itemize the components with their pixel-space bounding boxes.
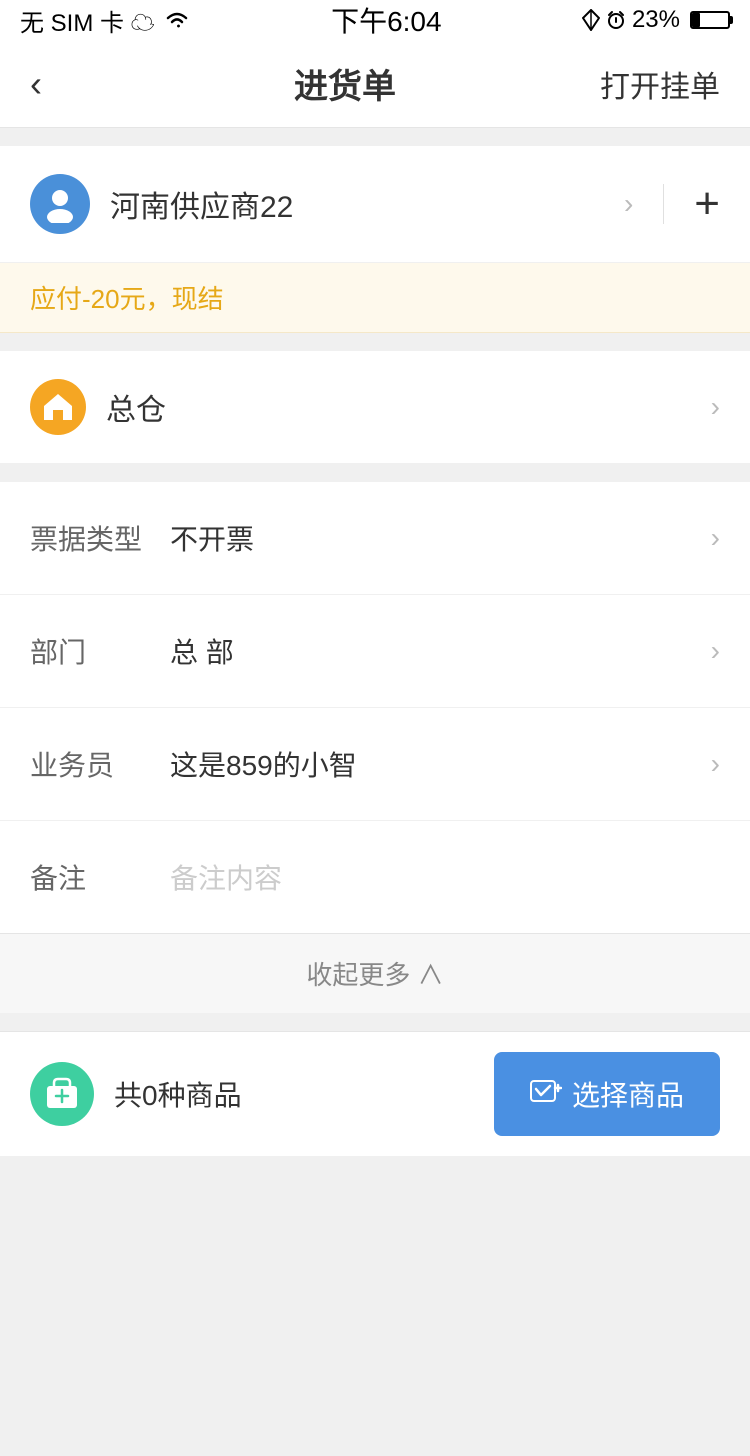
notice-bar: 应付-20元，现结 <box>0 263 750 333</box>
supplier-arrow-icon: › <box>624 188 633 220</box>
battery-percent: 23% <box>632 6 680 34</box>
section-divider-1 <box>0 128 750 146</box>
status-left: 无 SIM 卡 ☁ <box>20 3 191 38</box>
sales-value: 这是859的小智 <box>170 744 711 784</box>
collapse-button[interactable]: 收起更多 ∧ <box>0 933 750 1013</box>
page-title: 进货单 <box>294 59 396 108</box>
sales-label: 业务员 <box>30 744 160 784</box>
status-bar: 无 SIM 卡 ☁ 下午6:04 23% <box>0 0 750 40</box>
select-product-button[interactable]: 选择商品 <box>494 1052 720 1136</box>
notice-text: 应付-20元，现结 <box>30 284 224 314</box>
person-icon <box>41 185 79 223</box>
product-icon <box>30 1062 94 1126</box>
invoice-value: 不开票 <box>170 518 711 558</box>
back-button[interactable]: ‹ <box>30 63 90 105</box>
supplier-name: 河南供应商22 <box>110 182 624 226</box>
section-divider-3 <box>0 463 750 481</box>
vertical-separator <box>663 184 664 224</box>
remark-row[interactable]: 备注 备注内容 <box>0 820 750 933</box>
form-section: 票据类型 不开票 › 部门 总 部 › 业务员 这是859的小智 › 备注 备注… <box>0 481 750 1013</box>
warehouse-arrow-icon: › <box>711 391 720 423</box>
invoice-row[interactable]: 票据类型 不开票 › <box>0 481 750 594</box>
dept-row[interactable]: 部门 总 部 › <box>0 594 750 707</box>
dept-arrow-icon: › <box>711 635 720 667</box>
supplier-section: 河南供应商22 › + 应付-20元，现结 <box>0 146 750 333</box>
warehouse-section: 总仓 › <box>0 351 750 463</box>
section-divider-2 <box>0 333 750 351</box>
nav-bar: ‹ 进货单 打开挂单 <box>0 40 750 128</box>
invoice-label: 票据类型 <box>30 518 160 558</box>
remark-input[interactable]: 备注内容 <box>170 857 720 897</box>
wifi-icon <box>163 10 191 30</box>
warehouse-name: 总仓 <box>106 385 711 429</box>
warehouse-row[interactable]: 总仓 › <box>0 351 750 463</box>
sim-text: 无 SIM 卡 ☁ <box>20 3 155 38</box>
status-right: 23% <box>582 6 730 34</box>
section-divider-4 <box>0 1013 750 1031</box>
battery-icon <box>690 11 730 29</box>
house-icon <box>41 390 75 424</box>
sales-arrow-icon: › <box>711 748 720 780</box>
warehouse-icon <box>30 379 86 435</box>
select-icon <box>530 1080 562 1108</box>
location-icon <box>582 9 600 31</box>
page-background <box>0 1156 750 1456</box>
status-time: 下午6:04 <box>331 0 442 40</box>
select-btn-label: 选择商品 <box>572 1074 684 1114</box>
bottom-bar: 共0种商品 选择商品 <box>0 1031 750 1156</box>
collapse-label: 收起更多 ∧ <box>306 955 443 992</box>
dept-value: 总 部 <box>170 631 711 671</box>
open-pending-button[interactable]: 打开挂单 <box>600 62 720 106</box>
alarm-icon <box>606 10 626 30</box>
supplier-row[interactable]: 河南供应商22 › + <box>0 146 750 263</box>
dept-label: 部门 <box>30 631 160 671</box>
product-count-text: 共0种商品 <box>114 1074 494 1114</box>
remark-label: 备注 <box>30 857 160 897</box>
sales-row[interactable]: 业务员 这是859的小智 › <box>0 707 750 820</box>
supplier-avatar <box>30 174 90 234</box>
invoice-arrow-icon: › <box>711 522 720 554</box>
add-supplier-button[interactable]: + <box>694 182 720 226</box>
cart-icon <box>42 1074 82 1114</box>
